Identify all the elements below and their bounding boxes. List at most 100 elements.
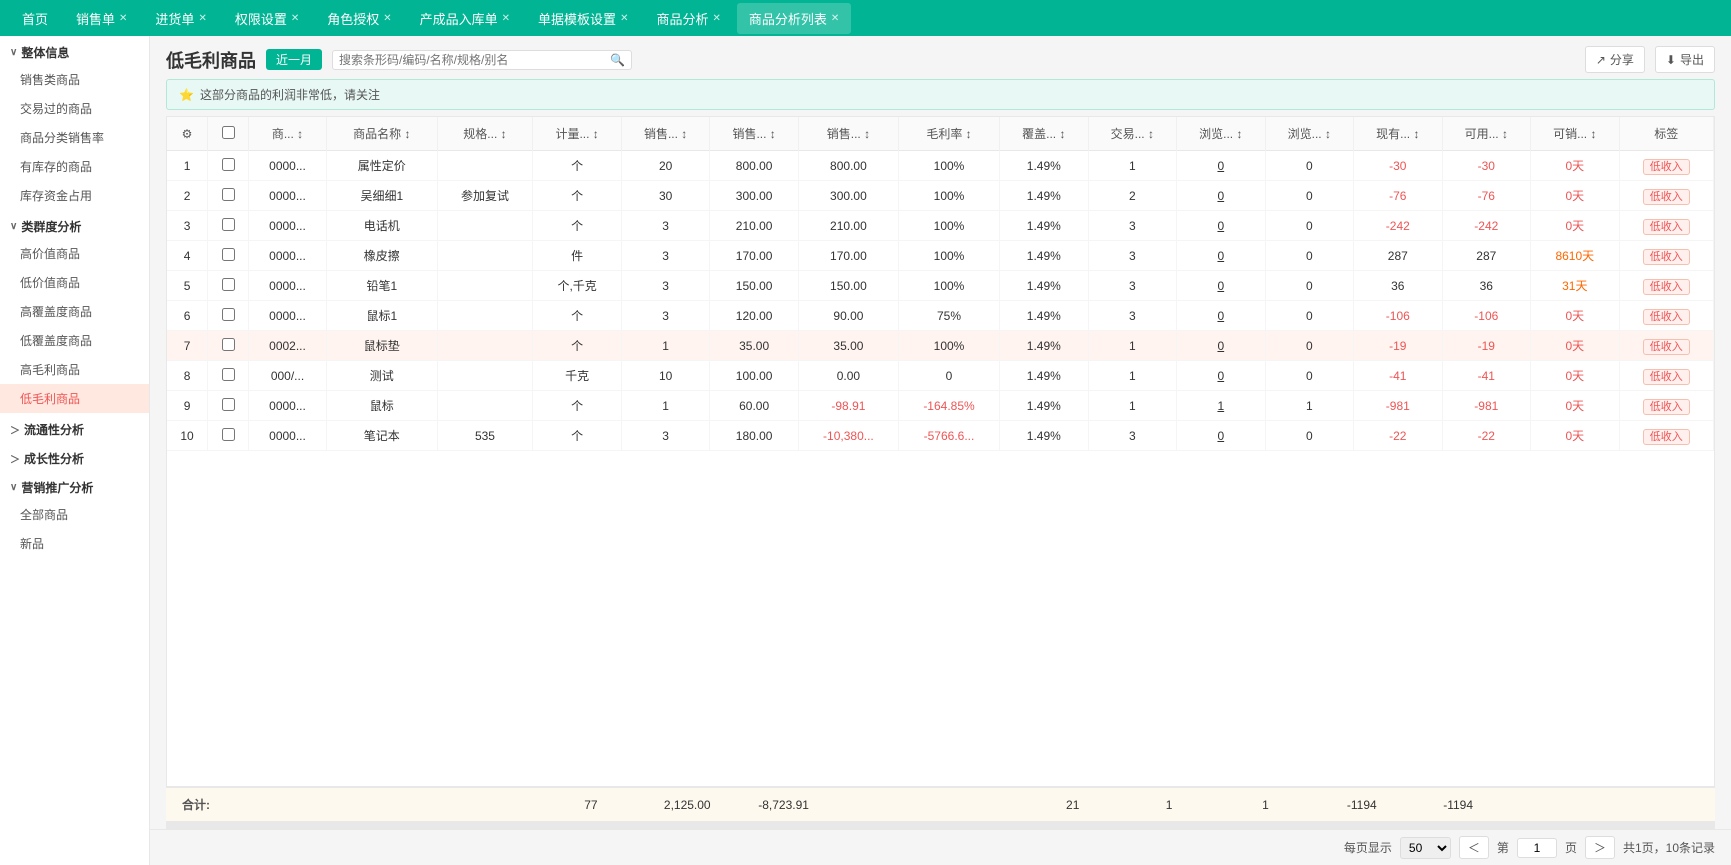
close-icon[interactable]: ✕	[291, 13, 299, 24]
nav-item-sales[interactable]: 销售单 ✕	[64, 3, 139, 34]
row-check[interactable]	[208, 181, 249, 211]
col-available[interactable]: 可用... ↕	[1442, 117, 1531, 151]
footer-sale3: -8,723.91	[735, 798, 831, 812]
row-saleable: 31天	[1531, 271, 1620, 301]
col-checkbox[interactable]	[208, 117, 249, 151]
row-check[interactable]	[208, 301, 249, 331]
export-icon: ⬇	[1666, 53, 1676, 67]
search-icon[interactable]: 🔍	[610, 53, 625, 67]
col-spec[interactable]: 规格... ↕	[437, 117, 533, 151]
sidebar-group-cluster[interactable]: ∨ 类群度分析	[0, 210, 149, 239]
row-checkbox[interactable]	[222, 428, 235, 441]
row-checkbox[interactable]	[222, 368, 235, 381]
row-check[interactable]	[208, 241, 249, 271]
row-spec	[437, 391, 533, 421]
col-settings[interactable]: ⚙	[167, 117, 208, 151]
next-page-button[interactable]: ＞	[1585, 836, 1615, 859]
sidebar-item-sales-goods[interactable]: 销售类商品	[0, 65, 149, 94]
row-saleable: 0天	[1531, 151, 1620, 181]
sidebar-item-stock-capital[interactable]: 库存资金占用	[0, 181, 149, 210]
close-icon[interactable]: ✕	[620, 13, 628, 24]
col-coverage[interactable]: 覆盖... ↕	[1000, 117, 1089, 151]
col-sale3[interactable]: 销售... ↕	[798, 117, 898, 151]
sidebar-item-in-stock[interactable]: 有库存的商品	[0, 152, 149, 181]
row-checkbox[interactable]	[222, 248, 235, 261]
sidebar-item-category-rate[interactable]: 商品分类销售率	[0, 123, 149, 152]
col-name[interactable]: 商品名称 ↕	[327, 117, 438, 151]
sidebar-item-traded-goods[interactable]: 交易过的商品	[0, 94, 149, 123]
close-icon[interactable]: ✕	[712, 13, 720, 24]
col-unit[interactable]: 计量... ↕	[533, 117, 622, 151]
sidebar-group-marketing[interactable]: ∨ 营销推广分析	[0, 471, 149, 500]
sidebar-group-overall[interactable]: ∨ 整体信息	[0, 36, 149, 65]
close-icon[interactable]: ✕	[502, 13, 510, 24]
col-margin[interactable]: 毛利率 ↕	[898, 117, 999, 151]
row-check[interactable]	[208, 361, 249, 391]
row-check[interactable]	[208, 211, 249, 241]
row-checkbox[interactable]	[222, 308, 235, 321]
row-checkbox[interactable]	[222, 188, 235, 201]
sidebar-item-high-margin[interactable]: 高毛利商品	[0, 355, 149, 384]
page-number-input[interactable]	[1517, 838, 1557, 858]
row-spec	[437, 271, 533, 301]
share-button[interactable]: ↗ 分享	[1585, 46, 1645, 73]
close-icon[interactable]: ✕	[198, 13, 206, 24]
nav-item-permissions[interactable]: 权限设置 ✕	[223, 3, 311, 34]
col-code[interactable]: 商... ↕	[248, 117, 326, 151]
row-available: -22	[1442, 421, 1531, 451]
row-checkbox[interactable]	[222, 278, 235, 291]
row-trade: 3	[1088, 241, 1177, 271]
page-size-select[interactable]: 50 100 200	[1400, 837, 1451, 859]
row-coverage: 1.49%	[1000, 421, 1089, 451]
close-icon[interactable]: ✕	[383, 13, 391, 24]
select-all-checkbox[interactable]	[222, 126, 235, 139]
row-checkbox[interactable]	[222, 158, 235, 171]
export-button[interactable]: ⬇ 导出	[1655, 46, 1715, 73]
col-trade[interactable]: 交易... ↕	[1088, 117, 1177, 151]
sidebar-group-circulation[interactable]: ＞ 流通性分析	[0, 413, 149, 442]
page-title: 低毛利商品	[166, 47, 256, 73]
row-check[interactable]	[208, 421, 249, 451]
sidebar-item-low-margin[interactable]: 低毛利商品	[0, 384, 149, 413]
close-icon[interactable]: ✕	[831, 13, 839, 24]
nav-item-templates[interactable]: 单据模板设置 ✕	[526, 3, 640, 34]
nav-item-roles[interactable]: 角色授权 ✕	[315, 3, 403, 34]
row-sale3: -98.91	[798, 391, 898, 421]
close-icon[interactable]: ✕	[119, 13, 127, 24]
col-saleable[interactable]: 可销... ↕	[1531, 117, 1620, 151]
col-browse1[interactable]: 浏览... ↕	[1177, 117, 1266, 151]
sidebar-item-new-goods[interactable]: 新品	[0, 529, 149, 558]
row-checkbox[interactable]	[222, 338, 235, 351]
row-check[interactable]	[208, 331, 249, 361]
search-input[interactable]	[339, 53, 610, 67]
sidebar-item-all-goods[interactable]: 全部商品	[0, 500, 149, 529]
row-checkbox[interactable]	[222, 218, 235, 231]
col-tag[interactable]: 标签	[1619, 117, 1713, 151]
prev-page-button[interactable]: ＜	[1459, 836, 1489, 859]
col-sale2[interactable]: 销售... ↕	[710, 117, 799, 151]
sidebar-item-low-value[interactable]: 低价值商品	[0, 268, 149, 297]
sidebar-group-growth[interactable]: ＞ 成长性分析	[0, 442, 149, 471]
row-check[interactable]	[208, 391, 249, 421]
sidebar-item-low-coverage[interactable]: 低覆盖度商品	[0, 326, 149, 355]
col-browse2[interactable]: 浏览... ↕	[1265, 117, 1354, 151]
row-check[interactable]	[208, 151, 249, 181]
footer-spacer9	[1603, 798, 1699, 812]
row-sale2: 100.00	[710, 361, 799, 391]
period-button[interactable]: 近一月	[266, 49, 322, 70]
row-no: 5	[167, 271, 208, 301]
col-stock[interactable]: 现有... ↕	[1354, 117, 1443, 151]
row-checkbox[interactable]	[222, 398, 235, 411]
col-sale1[interactable]: 销售... ↕	[621, 117, 710, 151]
nav-item-analysis[interactable]: 商品分析 ✕	[644, 3, 732, 34]
horizontal-scrollbar[interactable]	[166, 821, 1715, 829]
row-check[interactable]	[208, 271, 249, 301]
nav-item-purchase[interactable]: 进货单 ✕	[143, 3, 218, 34]
nav-item-home[interactable]: 首页	[10, 3, 60, 34]
sidebar-item-high-value[interactable]: 高价值商品	[0, 239, 149, 268]
nav-item-products[interactable]: 产成品入库单 ✕	[408, 3, 522, 34]
sidebar-item-high-coverage[interactable]: 高覆盖度商品	[0, 297, 149, 326]
row-code: 000/...	[248, 361, 326, 391]
row-browse1: 0	[1177, 151, 1266, 181]
nav-item-analysis-list[interactable]: 商品分析列表 ✕	[737, 3, 851, 34]
